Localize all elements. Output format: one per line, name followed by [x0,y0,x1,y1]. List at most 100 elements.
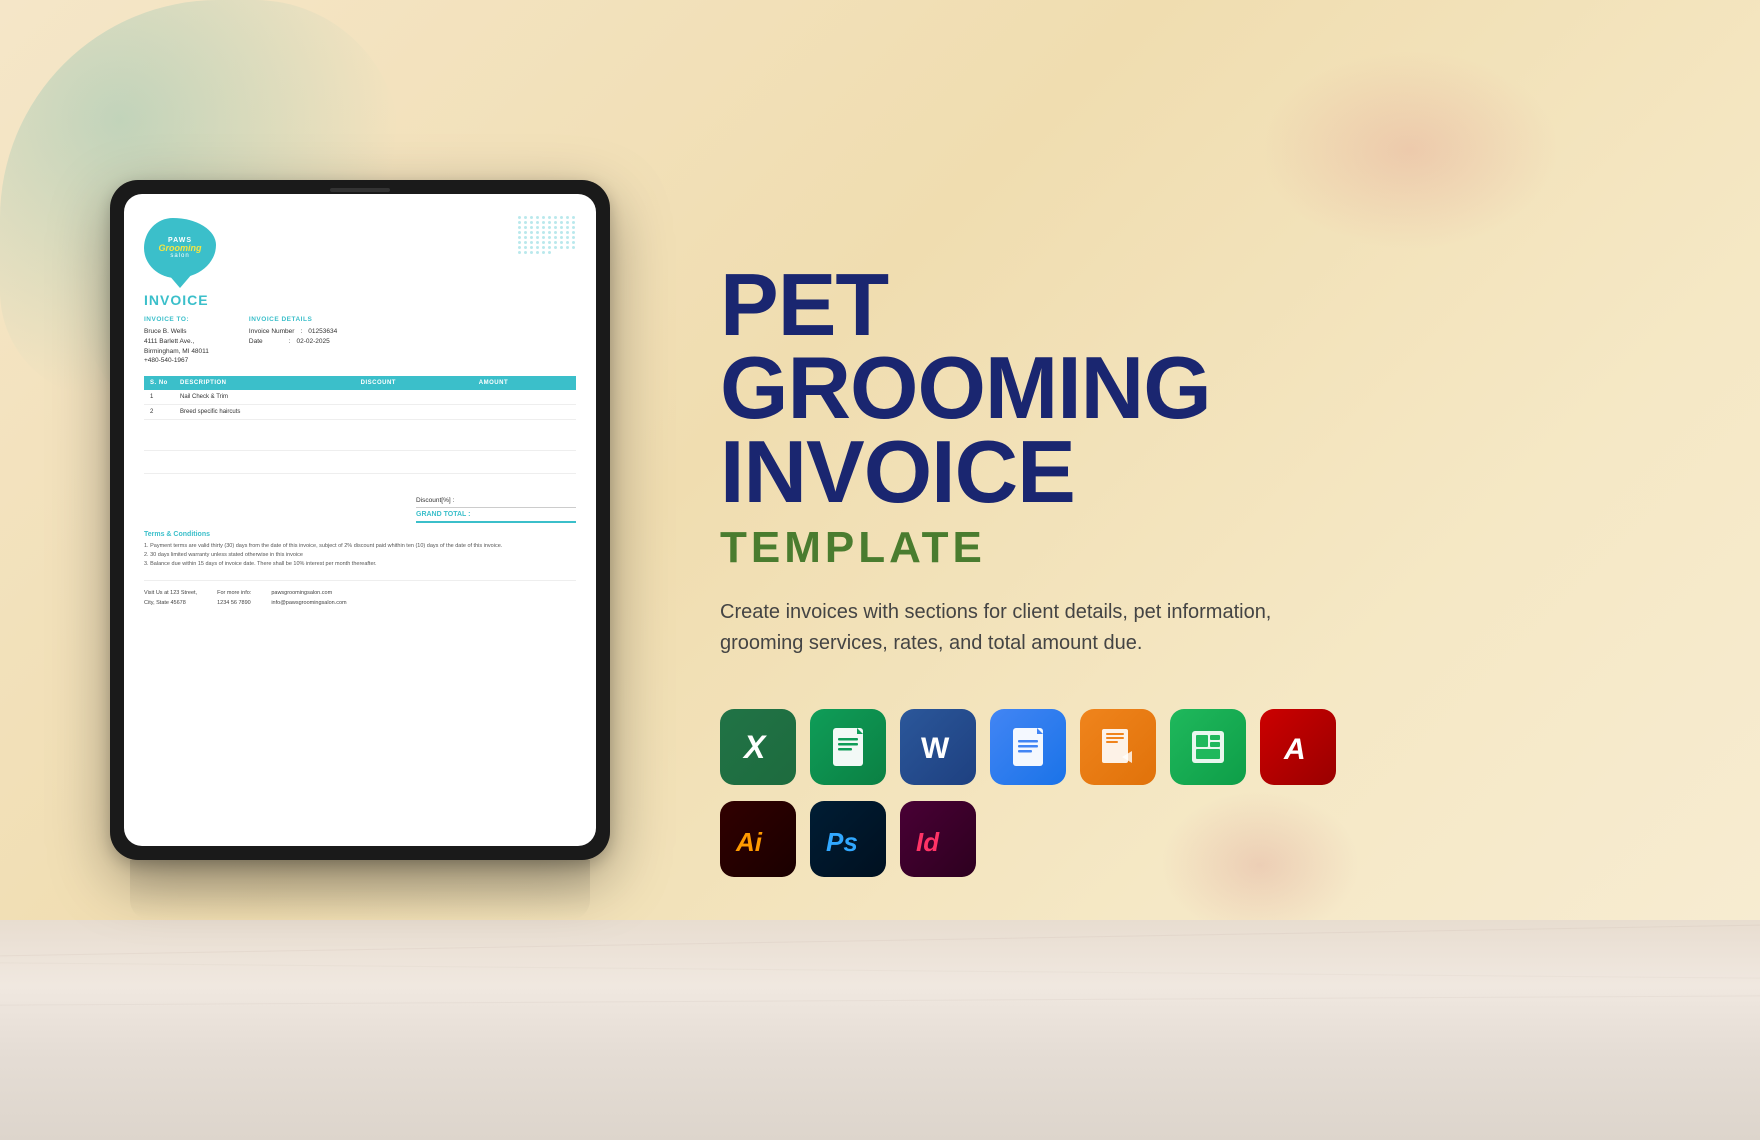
client-name: Bruce B. Wells [144,327,209,337]
footer-email: info@pawsgroomingsalon.com [271,599,346,608]
invoice-number-row: Invoice Number : 01253634 [249,327,337,337]
svg-text:X: X [742,729,767,765]
invoice-details-section: INVOICE DETAILS Invoice Number : 0125363… [249,316,337,366]
terms-title: Terms & Conditions [144,531,576,538]
photoshop-logo-svg: Ps [822,817,874,861]
footer-col-2: For more info: 1234 56 7890 [217,589,251,608]
svg-text:Ai: Ai [735,827,763,857]
sheets-logo-svg [827,724,869,770]
row2-amount [473,405,576,420]
client-phone: +480-540-1967 [144,356,209,366]
google-sheets-icon[interactable] [810,709,886,785]
tablet-reflection [130,860,590,920]
discount-line: Discount[%] : [416,494,576,508]
app-icons-grid: X W [720,709,1680,877]
terms-text-1: 1. Payment terms are valid thirty (30) d… [144,542,576,551]
word-icon[interactable]: W [900,709,976,785]
row2-discount [355,405,473,420]
row1-amount [473,390,576,405]
invoice-date-label: Date [249,337,263,347]
table-row: 1 Nail Check & Trim [144,390,576,405]
invoice-details-label: INVOICE DETAILS [249,316,337,323]
pages-logo-svg [1094,723,1142,771]
title-line-2: GROOMING [720,346,1680,430]
table-header-sno: S. No [144,376,174,390]
svg-text:Id: Id [916,827,940,857]
footer-contact-label: For more info: [217,589,251,598]
invoice-date-value: 02-02-2025 [296,337,329,347]
header-dots-pattern [518,212,576,254]
footer-website: pawsgroomingsalon.com [271,589,346,598]
invoice-document: PAWS Grooming salon [124,194,596,846]
excel-logo-svg: X [739,728,777,766]
terms-text-3: 3. Balance due within 15 days of invoice… [144,560,576,569]
tablet-screen: PAWS Grooming salon [124,194,596,846]
grand-total-line: GRAND TOTAL : [416,508,576,523]
indesign-icon[interactable]: Id [900,801,976,877]
illustrator-logo-svg: Ai [732,817,784,861]
row1-discount [355,390,473,405]
svg-text:Ps: Ps [826,827,858,857]
discount-label: Discount[%] : [416,497,454,504]
icons-row-2: Ai Ps Id [720,801,1680,877]
row2-description: Breed specific haircuts [174,405,355,420]
terms-text-2: 2. 30 days limited warranty unless state… [144,551,576,560]
table-header-amount: AMOUNT [473,376,576,390]
pages-icon[interactable] [1080,709,1156,785]
acrobat-icon[interactable]: A [1260,709,1336,785]
template-label: TEMPLATE [720,523,1680,573]
docs-logo-svg [1007,724,1049,770]
row2-sno: 2 [144,405,174,420]
table-header-discount: DISCOUNT [355,376,473,390]
footer-col-1: Visit Us at 123 Street, City, State 4567… [144,589,197,608]
photoshop-icon[interactable]: Ps [810,801,886,877]
terms-section: Terms & Conditions 1. Payment terms are … [144,531,576,568]
invoice-title: INVOICE [144,292,576,308]
description-text: Create invoices with sections for client… [720,597,1300,659]
tablet-container: PAWS Grooming salon [80,180,640,920]
icons-row-1: X W [720,709,1680,785]
google-docs-icon[interactable] [990,709,1066,785]
numbers-icon[interactable] [1170,709,1246,785]
invoice-number-value: 01253634 [308,327,337,337]
invoice-footer: Visit Us at 123 Street, City, State 4567… [144,580,576,608]
word-logo-svg: W [917,728,959,766]
grand-total-label: GRAND TOTAL : [416,511,470,518]
invoice-info-row: INVOICE TO: Bruce B. Wells 4111 Barlett … [144,316,576,366]
footer-address-1: Visit Us at 123 Street, [144,589,197,598]
invoice-date-row: Date : 02-02-2025 [249,337,337,347]
acrobat-logo-svg: A [1276,725,1320,769]
title-line-1: PET [720,263,1680,347]
svg-text:W: W [921,732,950,765]
numbers-logo-svg [1184,723,1232,771]
logo-blob: PAWS Grooming salon [144,218,216,278]
page-content: PAWS Grooming salon [0,0,1760,1140]
right-section: PET GROOMING INVOICE TEMPLATE Create inv… [640,263,1680,878]
table-row: 2 Breed specific haircuts [144,405,576,420]
totals-section: Discount[%] : GRAND TOTAL : [416,494,576,523]
illustrator-icon[interactable]: Ai [720,801,796,877]
logo-salon-text: salon [170,253,189,259]
indesign-logo-svg: Id [912,817,964,861]
main-title: PET GROOMING INVOICE [720,263,1680,514]
excel-icon[interactable]: X [720,709,796,785]
footer-address-2: City, State 45678 [144,599,197,608]
bill-to-section: INVOICE TO: Bruce B. Wells 4111 Barlett … [144,316,209,366]
invoice-number-label: Invoice Number [249,327,295,337]
svg-text:A: A [1283,733,1306,766]
logo-grooming-text: Grooming [159,244,202,253]
title-line-3: INVOICE [720,430,1680,514]
client-address1: 4111 Barlett Ave., [144,337,209,347]
footer-col-3: pawsgroomingsalon.com info@pawsgroomings… [271,589,346,608]
table-header-description: DESCRIPTION [174,376,355,390]
invoice-table: S. No DESCRIPTION DISCOUNT AMOUNT 1 Nail… [144,376,576,474]
client-address2: Birmingham, MI 48011 [144,347,209,357]
table-row-empty [144,451,576,474]
row1-description: Nail Check & Trim [174,390,355,405]
tablet-device: PAWS Grooming salon [110,180,610,860]
row1-sno: 1 [144,390,174,405]
footer-phone: 1234 56 7890 [217,599,251,608]
bill-to-label: INVOICE TO: [144,316,209,323]
invoice-header: PAWS Grooming salon [144,212,576,278]
table-row-empty [144,420,576,451]
